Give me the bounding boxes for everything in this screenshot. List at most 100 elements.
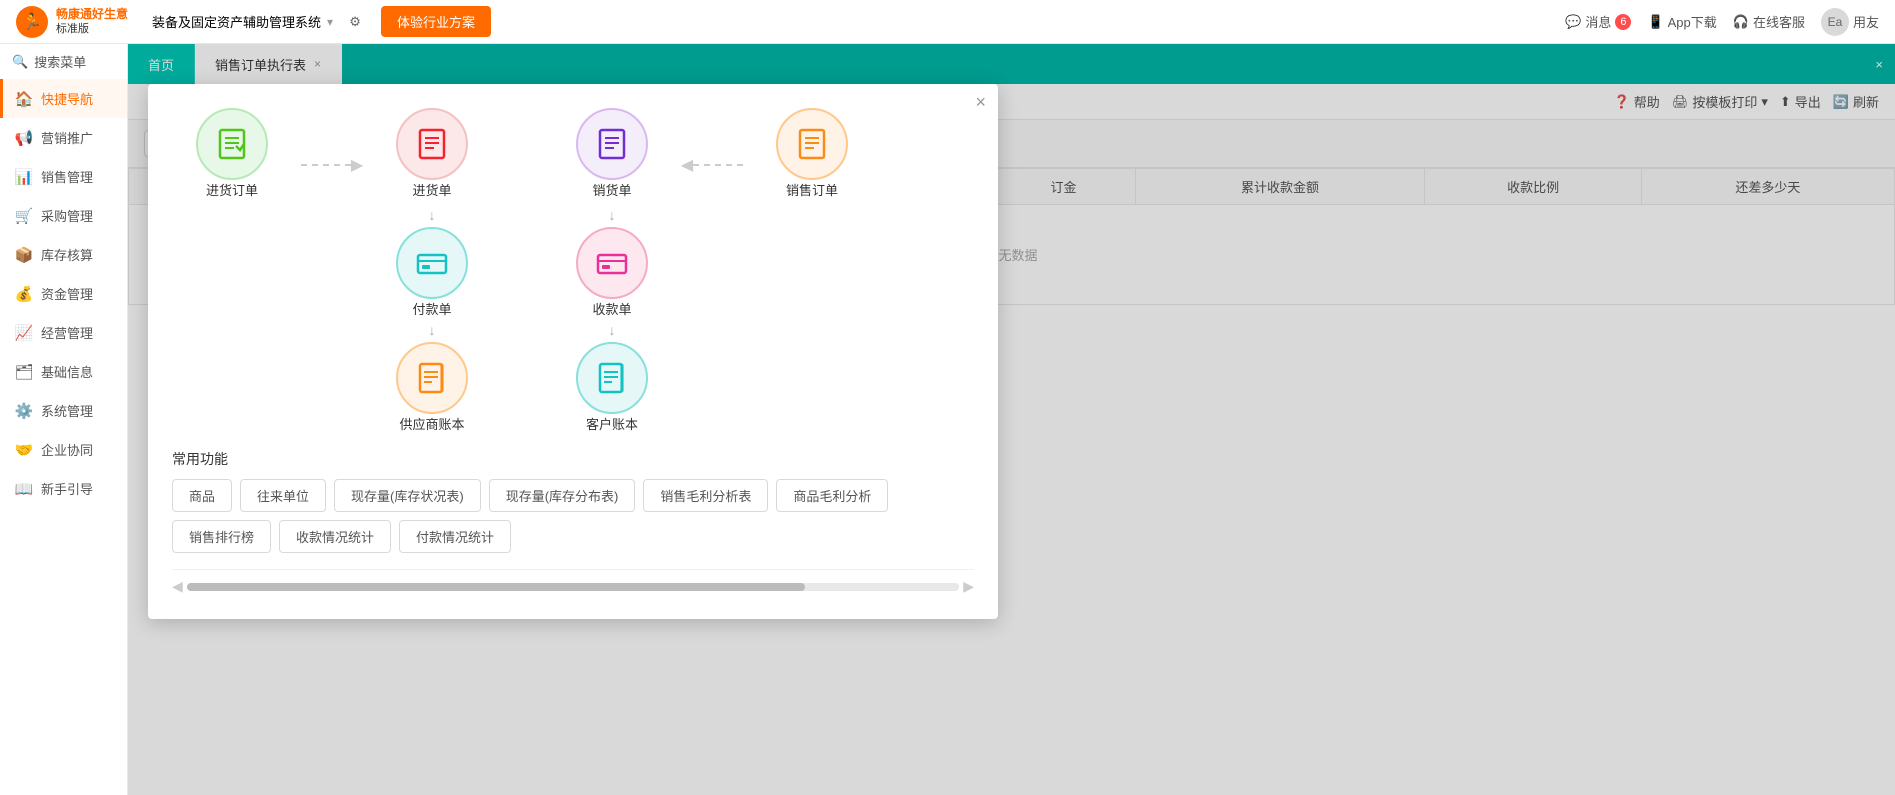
sidebar-search-label: 搜索菜单 — [34, 52, 86, 71]
sales-bill-label: 销货单 — [592, 180, 631, 199]
func-btn-product[interactable]: 商品 — [172, 479, 232, 512]
system-title[interactable]: 装备及固定资产辅助管理系统 ▾ — [152, 12, 333, 31]
func-btn-payment-stat[interactable]: 付款情况统计 — [399, 520, 511, 553]
func-btn-product-gross[interactable]: 商品毛利分析 — [776, 479, 888, 512]
purchase-bill-icon — [396, 108, 468, 180]
modal-close-button[interactable]: × — [975, 92, 986, 113]
func-btns-row1: 商品 往来单位 现存量(库存状况表) 现存量(库存分布表) 销售毛利分析表 商品… — [172, 479, 974, 512]
purchase-bill-label: 进货单 — [412, 180, 451, 199]
flow-node-payment-bill[interactable]: 付款单 — [396, 227, 468, 318]
receipt-bill-icon — [576, 227, 648, 299]
scroll-right-button[interactable]: ▶ — [963, 578, 974, 595]
receipt-bill-label: 收款单 — [592, 299, 631, 318]
cart-icon: 🛒 — [15, 207, 33, 225]
sales-order-icon — [776, 108, 848, 180]
flow-node-supplier-ledger[interactable]: 供应商账本 — [396, 342, 468, 433]
app-download-button[interactable]: 📱 App下载 — [1647, 12, 1716, 31]
func-btn-sales-gross[interactable]: 销售毛利分析表 — [643, 479, 768, 512]
modal-box: × 进货订单 — [148, 84, 998, 619]
message-button[interactable]: 💬 消息 6 — [1565, 12, 1631, 31]
settings-icon[interactable]: ⚙ — [341, 8, 369, 36]
flow-node-customer-ledger[interactable]: 客户账本 — [576, 342, 648, 433]
flow-chart: 进货订单 ▶ 进 — [172, 108, 974, 433]
supplier-ledger-label: 供应商账本 — [399, 414, 464, 433]
dropdown-arrow-icon: ▾ — [327, 15, 333, 29]
sidebar-item-inventory[interactable]: 📦 库存核算 — [0, 235, 127, 274]
folder-icon: 🗂 — [15, 363, 33, 381]
func-btns-row2: 销售排行榜 收款情况统计 付款情况统计 — [172, 520, 974, 553]
scrollbar-thumb[interactable] — [187, 583, 805, 591]
box-icon: 📦 — [15, 246, 33, 264]
sidebar-item-label: 销售管理 — [41, 167, 93, 186]
sales-bill-icon — [576, 108, 648, 180]
money-icon: 💰 — [15, 285, 33, 303]
func-btn-contacts[interactable]: 往来单位 — [240, 479, 326, 512]
sidebar-item-collab[interactable]: 🤝 企业协同 — [0, 430, 127, 469]
search-icon: 🔍 — [12, 54, 28, 70]
sidebar-item-sales[interactable]: 📊 销售管理 — [0, 157, 127, 196]
logo-text: 畅康通好生意 标准版 — [56, 7, 128, 37]
handshake-icon: 🤝 — [15, 441, 33, 459]
chart-icon: 📊 — [15, 168, 33, 186]
sidebar-item-system[interactable]: ⚙️ 系统管理 — [0, 391, 127, 430]
flow-node-sales-order[interactable]: 销售订单 — [752, 108, 872, 199]
trend-icon: 📈 — [15, 324, 33, 342]
payment-bill-icon — [396, 227, 468, 299]
scroll-left-button[interactable]: ◀ — [172, 578, 183, 595]
sidebar-item-quick-nav[interactable]: 🏠 快捷导航 — [0, 79, 127, 118]
common-functions-section: 常用功能 商品 往来单位 现存量(库存状况表) 现存量(库存分布表) 销售毛利分… — [172, 449, 974, 553]
sidebar-item-finance[interactable]: 💰 资金管理 — [0, 274, 127, 313]
sidebar-item-label: 营销推广 — [41, 128, 93, 147]
trial-button[interactable]: 体验行业方案 — [381, 6, 491, 37]
func-btn-receipt-stat[interactable]: 收款情况统计 — [279, 520, 391, 553]
online-service-button[interactable]: 🎧 在线客服 — [1733, 12, 1805, 31]
func-btn-stock-status[interactable]: 现存量(库存状况表) — [334, 479, 481, 512]
sidebar-item-label: 采购管理 — [41, 206, 93, 225]
supplier-ledger-icon — [396, 342, 468, 414]
system-title-text: 装备及固定资产辅助管理系统 — [152, 12, 321, 31]
logo-icon: 🏃 — [16, 6, 48, 38]
flow-node-purchase-order[interactable]: 进货订单 — [172, 108, 292, 199]
sidebar-item-operations[interactable]: 📈 经营管理 — [0, 313, 127, 352]
headset-icon: 🎧 — [1733, 14, 1749, 30]
flow-node-receipt-bill[interactable]: 收款单 — [576, 227, 648, 318]
content-area: 首页 销售订单执行表 × × ❓ 帮助 🖨 — [128, 44, 1895, 795]
sidebar-item-label: 新手引导 — [41, 479, 93, 498]
flow-node-purchase-bill[interactable]: 进货单 — [372, 108, 492, 199]
customer-ledger-icon — [576, 342, 648, 414]
message-badge: 6 — [1615, 14, 1631, 30]
megaphone-icon: 📢 — [15, 129, 33, 147]
sidebar-item-purchase[interactable]: 🛒 采购管理 — [0, 196, 127, 235]
sales-order-label: 销售订单 — [786, 180, 838, 199]
avatar: Ea — [1821, 8, 1849, 36]
sidebar-item-guide[interactable]: 📖 新手引导 — [0, 469, 127, 508]
purchase-order-label: 进货订单 — [206, 180, 258, 199]
sidebar-item-basic-info[interactable]: 🗂 基础信息 — [0, 352, 127, 391]
sidebar-item-label: 企业协同 — [41, 440, 93, 459]
sidebar-item-label: 系统管理 — [41, 401, 93, 420]
logo-area: 🏃 畅康通好生意 标准版 — [16, 6, 144, 38]
func-btn-stock-dist[interactable]: 现存量(库存分布表) — [489, 479, 636, 512]
sidebar-item-label: 资金管理 — [41, 284, 93, 303]
gear-icon: ⚙️ — [15, 402, 33, 420]
sidebar-item-label: 经营管理 — [41, 323, 93, 342]
sidebar: 🔍 搜索菜单 🏠 快捷导航 📢 营销推广 📊 销售管理 🛒 采购管理 📦 — [0, 44, 128, 795]
user-menu[interactable]: Ea 用友 — [1821, 8, 1879, 36]
top-right-actions: 💬 消息 6 📱 App下载 🎧 在线客服 Ea 用友 — [1565, 8, 1879, 36]
sidebar-search[interactable]: 🔍 搜索菜单 — [0, 44, 127, 79]
customer-ledger-label: 客户账本 — [586, 414, 638, 433]
common-func-title: 常用功能 — [172, 449, 974, 469]
modal-overlay[interactable]: × 进货订单 — [128, 44, 1895, 795]
home-icon: 🏠 — [15, 90, 33, 108]
sidebar-item-label: 库存核算 — [41, 245, 93, 264]
message-icon: 💬 — [1565, 14, 1581, 30]
purchase-order-icon — [196, 108, 268, 180]
phone-icon: 📱 — [1647, 14, 1663, 30]
flow-node-sales-bill[interactable]: 销货单 — [552, 108, 672, 199]
book-icon: 📖 — [15, 480, 33, 498]
sidebar-item-marketing[interactable]: 📢 营销推广 — [0, 118, 127, 157]
payment-bill-label: 付款单 — [412, 299, 451, 318]
func-btn-sales-rank[interactable]: 销售排行榜 — [172, 520, 271, 553]
scrollbar-track — [187, 583, 959, 591]
sidebar-item-label: 基础信息 — [41, 362, 93, 381]
